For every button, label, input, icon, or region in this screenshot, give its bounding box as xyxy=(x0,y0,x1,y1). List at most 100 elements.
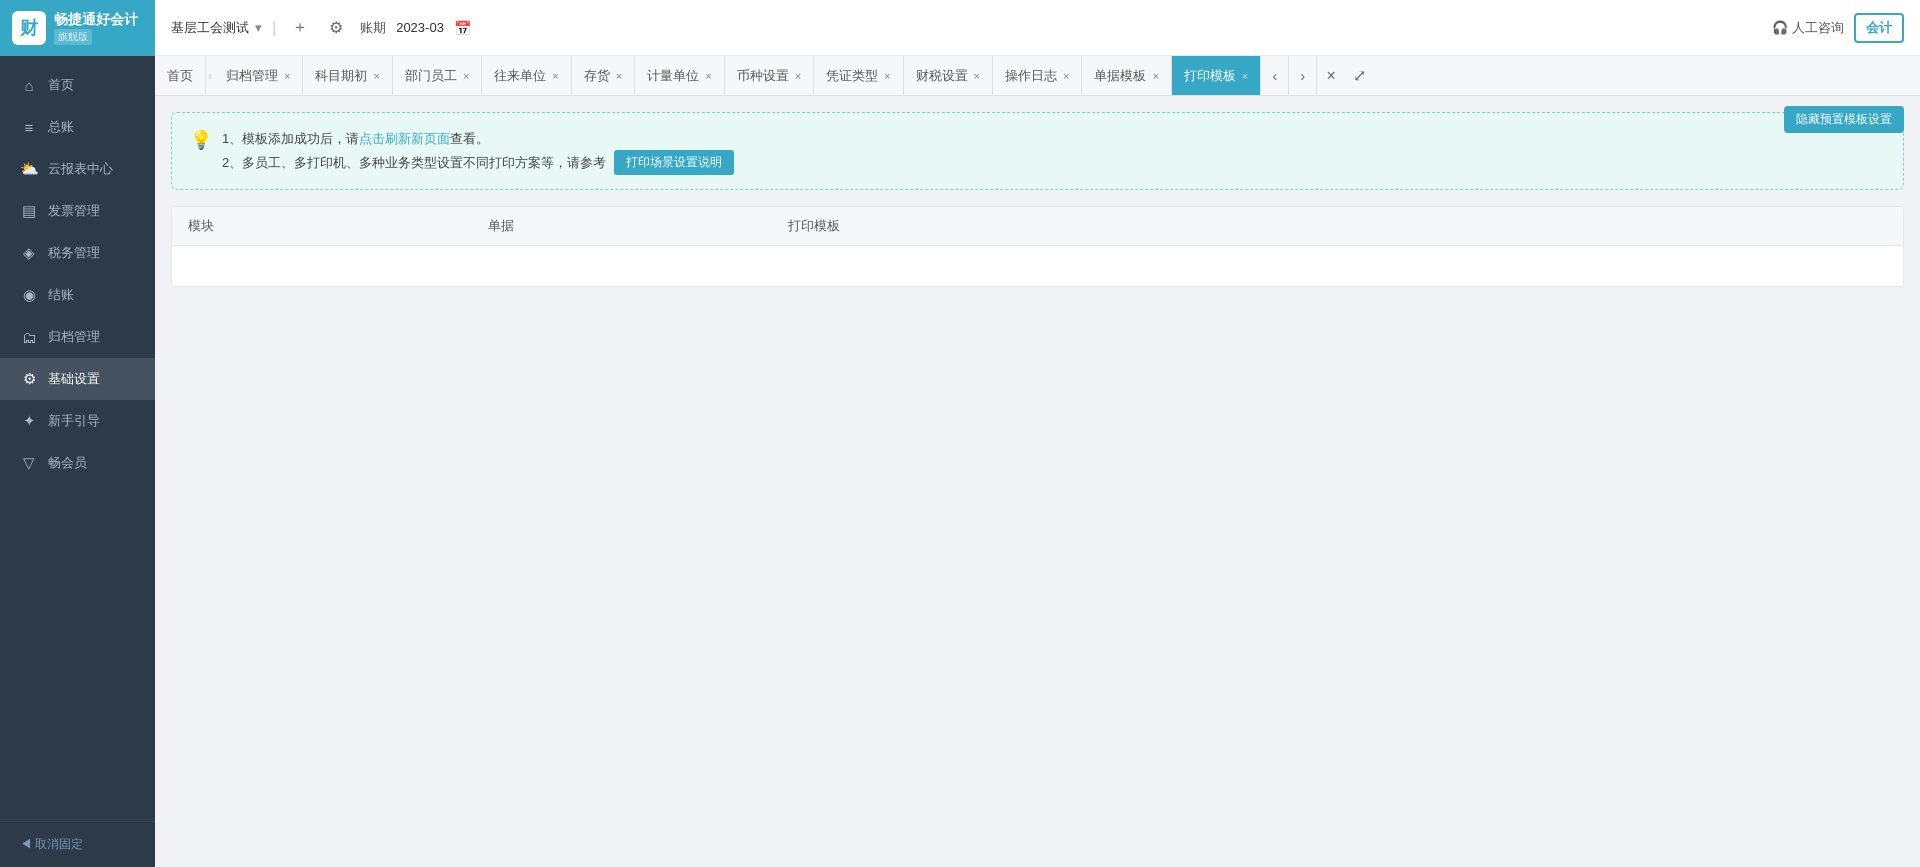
tab-print-template-close[interactable]: × xyxy=(1242,70,1248,82)
logo-area: 财 畅捷通好会计 旗舰版 xyxy=(0,0,155,56)
app-version: 旗舰版 xyxy=(54,29,92,45)
tip1-part1: 1、模板添加成功后，请 xyxy=(222,131,359,146)
sidebar-item-settings[interactable]: ⚙ 基础设置 xyxy=(0,358,155,400)
period-label: 账期 xyxy=(360,19,386,37)
accountant-button[interactable]: 会计 xyxy=(1854,13,1904,43)
settings-gear-button[interactable]: ⚙ xyxy=(322,14,350,42)
period-value: 2023-03 xyxy=(396,20,444,35)
tab-close-all-button[interactable]: × xyxy=(1317,56,1345,95)
sidebar-item-reports[interactable]: ⛅ 云报表中心 xyxy=(0,148,155,190)
tab-unit[interactable]: 计量单位 × xyxy=(635,56,724,95)
tab-voucher-type-close[interactable]: × xyxy=(884,70,890,82)
tabbar: 首页 ‹ 归档管理 × 科目期初 × 部门员工 × 往来单位 × 存货 × 计量… xyxy=(155,56,1920,96)
tab-print-template[interactable]: 打印模板 × xyxy=(1172,56,1261,95)
sidebar-item-guide[interactable]: ✦ 新手引导 xyxy=(0,400,155,442)
archive-icon: 🗂 xyxy=(20,329,38,346)
tab-home-label: 首页 xyxy=(167,67,193,85)
print-scene-button[interactable]: 打印场景设置说明 xyxy=(614,150,734,175)
tab-expand-button[interactable]: ⤢ xyxy=(1345,56,1373,95)
tab-currency-close[interactable]: × xyxy=(795,70,801,82)
company-name: 基层工会测试 xyxy=(171,19,249,37)
tab-inventory[interactable]: 存货 × xyxy=(572,56,635,95)
tab-subject-init-label: 科目期初 xyxy=(315,67,367,85)
sidebar-item-member[interactable]: ▽ 畅会员 xyxy=(0,442,155,484)
tab-unit-label: 计量单位 xyxy=(647,67,699,85)
tip2-part1: 2、多员工、多打印机、多种业务类型设置不同打印方案等，请参考 xyxy=(222,151,606,174)
info-card: 💡 1、模板添加成功后，请点击刷新新页面查看。 2、多员工、多打印机、多种业务类… xyxy=(171,112,1904,190)
tab-prev-button[interactable]: ‹ xyxy=(1261,56,1289,95)
tab-tax-settings-label: 财税设置 xyxy=(916,67,968,85)
sidebar-item-archive[interactable]: 🗂 归档管理 xyxy=(0,316,155,358)
tab-inventory-close[interactable]: × xyxy=(616,70,622,82)
tab-tax-settings[interactable]: 财税设置 × xyxy=(904,56,993,95)
add-tab-button[interactable]: ＋ xyxy=(286,14,314,42)
topbar-right: 🎧 人工咨询 会计 xyxy=(1772,13,1904,43)
unpin-button[interactable]: ◀ 取消固定 xyxy=(0,821,155,867)
main-area: 基层工会测试 ▾ | ＋ ⚙ 账期 2023-03 📅 🎧 人工咨询 会计 首页… xyxy=(155,0,1920,867)
settlement-icon: ◉ xyxy=(20,286,38,304)
table-body xyxy=(172,246,1903,286)
tab-currency[interactable]: 币种设置 × xyxy=(725,56,814,95)
tab-dept-staff-close[interactable]: × xyxy=(463,70,469,82)
reports-icon: ⛅ xyxy=(20,160,38,178)
service-label: 人工咨询 xyxy=(1792,19,1844,37)
sidebar-item-ledger[interactable]: ≡ 总账 xyxy=(0,106,155,148)
content-area: 隐藏预置模板设置 💡 1、模板添加成功后，请点击刷新新页面查看。 2、多员工、多… xyxy=(155,96,1920,867)
sidebar-item-ledger-label: 总账 xyxy=(48,118,74,136)
info-tip1: 1、模板添加成功后，请点击刷新新页面查看。 xyxy=(222,127,734,150)
tab-dept-staff[interactable]: 部门员工 × xyxy=(393,56,482,95)
info-tip2: 2、多员工、多打印机、多种业务类型设置不同打印方案等，请参考 打印场景设置说明 xyxy=(222,150,734,175)
tax-icon: ◈ xyxy=(20,244,38,262)
sidebar-item-home[interactable]: ⌂ 首页 xyxy=(0,64,155,106)
tab-voucher-type[interactable]: 凭证类型 × xyxy=(814,56,903,95)
app-name: 畅捷通好会计 xyxy=(54,11,138,28)
sidebar-item-home-label: 首页 xyxy=(48,76,74,94)
sidebar-item-guide-label: 新手引导 xyxy=(48,412,100,430)
tab-operation-log[interactable]: 操作日志 × xyxy=(993,56,1082,95)
sidebar-item-settlement[interactable]: ◉ 结账 xyxy=(0,274,155,316)
sidebar: 财 畅捷通好会计 旗舰版 ⌂ 首页 ≡ 总账 ⛅ 云报表中心 ▤ 发票管理 ◈ … xyxy=(0,0,155,867)
tab-subject-init-close[interactable]: × xyxy=(373,70,379,82)
tab-home[interactable]: 首页 xyxy=(155,56,206,95)
tab-archive-management[interactable]: 归档管理 × xyxy=(214,56,303,95)
company-dropdown-icon: ▾ xyxy=(255,20,262,35)
tab-next-button[interactable]: › xyxy=(1289,56,1317,95)
unpin-label: ◀ 取消固定 xyxy=(20,836,83,853)
acct-label: 会计 xyxy=(1866,20,1892,35)
ledger-icon: ≡ xyxy=(20,119,38,136)
col-voucher: 单据 xyxy=(472,207,772,245)
tab-voucher-template[interactable]: 单据模板 × xyxy=(1082,56,1171,95)
tab-voucher-template-label: 单据模板 xyxy=(1094,67,1146,85)
col-module: 模块 xyxy=(172,207,472,245)
tab-contacts-close[interactable]: × xyxy=(552,70,558,82)
tab-archive-management-close[interactable]: × xyxy=(284,70,290,82)
customer-service-button[interactable]: 🎧 人工咨询 xyxy=(1772,19,1844,37)
home-icon: ⌂ xyxy=(20,77,38,94)
tab-voucher-type-label: 凭证类型 xyxy=(826,67,878,85)
data-table: 模块 单据 打印模板 xyxy=(171,206,1904,287)
tab-contacts[interactable]: 往来单位 × xyxy=(482,56,571,95)
tab-tax-settings-close[interactable]: × xyxy=(974,70,980,82)
sidebar-item-settings-label: 基础设置 xyxy=(48,370,100,388)
tab-subject-init[interactable]: 科目期初 × xyxy=(303,56,392,95)
sidebar-item-invoice[interactable]: ▤ 发票管理 xyxy=(0,190,155,232)
tab-voucher-template-close[interactable]: × xyxy=(1152,70,1158,82)
company-selector[interactable]: 基层工会测试 ▾ xyxy=(171,19,262,37)
hide-template-label: 隐藏预置模板设置 xyxy=(1796,112,1892,126)
refresh-link[interactable]: 点击刷新新页面 xyxy=(359,131,450,146)
table-header: 模块 单据 打印模板 xyxy=(172,207,1903,246)
invoice-icon: ▤ xyxy=(20,202,38,220)
headset-icon: 🎧 xyxy=(1772,20,1788,35)
tab-archive-management-label: 归档管理 xyxy=(226,67,278,85)
col-print-template: 打印模板 xyxy=(772,207,1903,245)
tab-unit-close[interactable]: × xyxy=(705,70,711,82)
calendar-icon[interactable]: 📅 xyxy=(454,20,471,36)
sidebar-item-tax[interactable]: ◈ 税务管理 xyxy=(0,232,155,274)
sidebar-item-invoice-label: 发票管理 xyxy=(48,202,100,220)
tab-operation-log-close[interactable]: × xyxy=(1063,70,1069,82)
hide-template-button[interactable]: 隐藏预置模板设置 xyxy=(1784,106,1904,133)
sidebar-item-tax-label: 税务管理 xyxy=(48,244,100,262)
sidebar-item-archive-label: 归档管理 xyxy=(48,328,100,346)
settings-icon: ⚙ xyxy=(20,370,38,388)
topbar: 基层工会测试 ▾ | ＋ ⚙ 账期 2023-03 📅 🎧 人工咨询 会计 xyxy=(155,0,1920,56)
